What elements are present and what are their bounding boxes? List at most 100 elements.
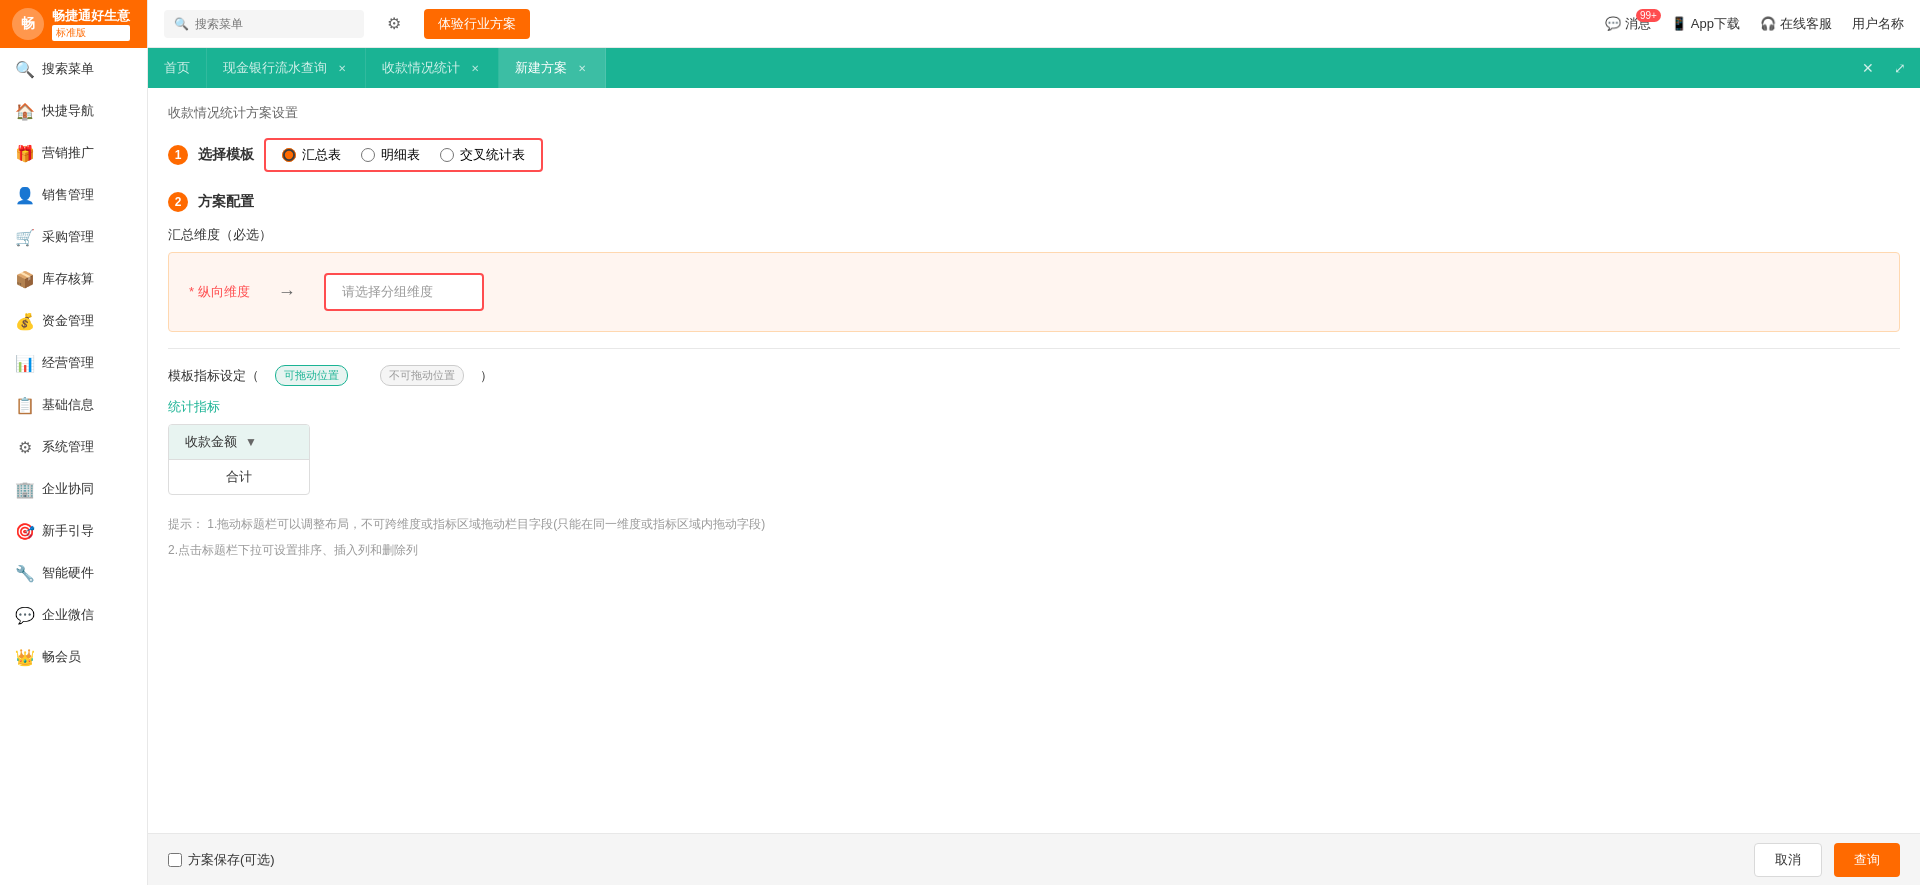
sidebar-item-operations[interactable]: 📊 经营管理 bbox=[0, 342, 147, 384]
indicator-table-header[interactable]: 收款金额 ▼ bbox=[169, 425, 309, 460]
sidebar-item-enterprise[interactable]: 🏢 企业协同 bbox=[0, 468, 147, 510]
search-input[interactable] bbox=[195, 17, 354, 31]
sidebar-label-search: 搜索菜单 bbox=[42, 60, 94, 78]
gift-icon: 🎁 bbox=[16, 144, 34, 162]
tabbar: 首页 现金银行流水查询 ✕ 收款情况统计 ✕ 新建方案 ✕ ✕ ⤢ bbox=[148, 48, 1920, 88]
crown-icon: 👑 bbox=[16, 648, 34, 666]
section-title-2: 方案配置 bbox=[198, 193, 254, 211]
save-label[interactable]: 方案保存(可选) bbox=[188, 851, 275, 869]
topbar-right: 💬 消息 99+ 📱 App下载 🎧 在线客服 用户名称 bbox=[1605, 15, 1904, 33]
template-options-box: 汇总表 明细表 交叉统计表 bbox=[264, 138, 543, 172]
service-icon: 🎧 bbox=[1760, 16, 1776, 31]
hardware-icon: 🔧 bbox=[16, 564, 34, 582]
cart-icon: 🛒 bbox=[16, 228, 34, 246]
gear-icon: ⚙ bbox=[16, 438, 34, 456]
sidebar-label-purchase: 采购管理 bbox=[42, 228, 94, 246]
save-option: 方案保存(可选) bbox=[168, 851, 275, 869]
radio-summary[interactable]: 汇总表 bbox=[282, 146, 341, 164]
sidebar-label-wechat: 企业微信 bbox=[42, 606, 94, 624]
sidebar-item-finance[interactable]: 💰 资金管理 bbox=[0, 300, 147, 342]
section-config: 2 方案配置 汇总维度（必选） * 纵向维度 → 请选择分组维度 模板指标设定（… bbox=[168, 192, 1900, 561]
topbar-download[interactable]: 📱 App下载 bbox=[1671, 15, 1740, 33]
radio-detail[interactable]: 明细表 bbox=[361, 146, 420, 164]
chart-icon: 📊 bbox=[16, 354, 34, 372]
user-icon: 👤 bbox=[16, 186, 34, 204]
download-label: App下载 bbox=[1691, 15, 1740, 33]
topbar-service[interactable]: 🎧 在线客服 bbox=[1760, 15, 1832, 33]
sidebar-label-sales: 销售管理 bbox=[42, 186, 94, 204]
dimension-select[interactable]: 请选择分组维度 bbox=[324, 273, 484, 311]
guide-icon: 🎯 bbox=[16, 522, 34, 540]
indicator-settings: 模板指标设定（ 可拖动位置 不可拖动位置 ） 统计指标 收款金额 ▼ 合计 bbox=[168, 365, 1900, 498]
dimension-heading: 汇总维度（必选） bbox=[168, 226, 1900, 244]
vertical-dim-label: * 纵向维度 bbox=[189, 283, 250, 301]
sidebar-label-basic-info: 基础信息 bbox=[42, 396, 94, 414]
radio-cross-input[interactable] bbox=[440, 148, 454, 162]
sidebar-label-system: 系统管理 bbox=[42, 438, 94, 456]
sidebar-item-marketing[interactable]: 🎁 营销推广 bbox=[0, 132, 147, 174]
divider-1 bbox=[168, 348, 1900, 349]
dimension-area: * 纵向维度 → 请选择分组维度 bbox=[168, 252, 1900, 332]
chevron-down-icon[interactable]: ▼ bbox=[245, 435, 257, 449]
save-checkbox[interactable] bbox=[168, 853, 182, 867]
sidebar-item-system[interactable]: ⚙ 系统管理 bbox=[0, 426, 147, 468]
search-box[interactable]: 🔍 bbox=[164, 10, 364, 38]
tip-1: 提示： 1.拖动标题栏可以调整布局，不可跨维度或指标区域拖动栏目字段(只能在同一… bbox=[168, 514, 1900, 536]
sidebar-item-sales[interactable]: 👤 销售管理 bbox=[0, 174, 147, 216]
money-icon: 💰 bbox=[16, 312, 34, 330]
tab-home[interactable]: 首页 bbox=[148, 48, 207, 88]
section-title-1: 选择模板 bbox=[198, 146, 254, 164]
expand-icon[interactable]: ⤢ bbox=[1888, 56, 1912, 80]
sidebar-item-nav[interactable]: 🏠 快捷导航 bbox=[0, 90, 147, 132]
sidebar-item-inventory[interactable]: 📦 库存核算 bbox=[0, 258, 147, 300]
tab-new-scheme[interactable]: 新建方案 ✕ bbox=[499, 48, 606, 88]
radio-cross-label: 交叉统计表 bbox=[460, 146, 525, 164]
search-icon-topbar: 🔍 bbox=[174, 17, 189, 31]
section-num-2: 2 bbox=[168, 192, 188, 212]
close-tab-icon[interactable]: ✕ bbox=[1856, 56, 1880, 80]
indicator-col-header: 收款金额 bbox=[185, 433, 237, 451]
sidebar-item-hardware[interactable]: 🔧 智能硬件 bbox=[0, 552, 147, 594]
sidebar-item-search[interactable]: 🔍 搜索菜单 bbox=[0, 48, 147, 90]
tab-cashflow[interactable]: 现金银行流水查询 ✕ bbox=[207, 48, 366, 88]
section-num-1: 1 bbox=[168, 145, 188, 165]
trial-btn[interactable]: 体验行业方案 bbox=[424, 9, 530, 39]
sidebar-item-purchase[interactable]: 🛒 采购管理 bbox=[0, 216, 147, 258]
indicator-settings-label: 模板指标设定（ bbox=[168, 367, 259, 385]
radio-summary-input[interactable] bbox=[282, 148, 296, 162]
tab-home-label: 首页 bbox=[164, 59, 190, 77]
cancel-button[interactable]: 取消 bbox=[1754, 843, 1822, 877]
sidebar-item-wechat[interactable]: 💬 企业微信 bbox=[0, 594, 147, 636]
sidebar-item-basic-info[interactable]: 📋 基础信息 bbox=[0, 384, 147, 426]
tab-receivables-close[interactable]: ✕ bbox=[468, 61, 482, 75]
tab-receivables[interactable]: 收款情况统计 ✕ bbox=[366, 48, 499, 88]
tab-receivables-label: 收款情况统计 bbox=[382, 59, 460, 77]
tips-area: 提示： 1.拖动标题栏可以调整布局，不可跨维度或指标区域拖动栏目字段(只能在同一… bbox=[168, 514, 1900, 561]
radio-summary-label: 汇总表 bbox=[302, 146, 341, 164]
sidebar-item-member[interactable]: 👑 畅会员 bbox=[0, 636, 147, 678]
logo-icon: 畅 bbox=[12, 8, 44, 40]
sidebar-label-inventory: 库存核算 bbox=[42, 270, 94, 288]
draggable-badge: 可拖动位置 bbox=[275, 365, 348, 386]
arrow-icon: → bbox=[278, 282, 296, 303]
tab-new-scheme-close[interactable]: ✕ bbox=[575, 61, 589, 75]
home-icon: 🏠 bbox=[16, 102, 34, 120]
indicator-table: 收款金额 ▼ 合计 bbox=[168, 424, 310, 495]
topbar-messages[interactable]: 💬 消息 99+ bbox=[1605, 15, 1651, 33]
tabbar-actions: ✕ ⤢ bbox=[1848, 48, 1920, 88]
settings-icon[interactable]: ⚙ bbox=[380, 10, 408, 38]
footer-actions: 取消 查询 bbox=[1754, 843, 1900, 877]
non-draggable-badge: 不可拖动位置 bbox=[380, 365, 464, 386]
radio-detail-label: 明细表 bbox=[381, 146, 420, 164]
radio-cross[interactable]: 交叉统计表 bbox=[440, 146, 525, 164]
tab-cashflow-close[interactable]: ✕ bbox=[335, 61, 349, 75]
sidebar-logo: 畅 畅捷通好生意 标准版 bbox=[0, 0, 147, 48]
sidebar-item-guide[interactable]: 🎯 新手引导 bbox=[0, 510, 147, 552]
topbar-user[interactable]: 用户名称 bbox=[1852, 15, 1904, 33]
page-content: 收款情况统计方案设置 1 选择模板 汇总表 明细表 bbox=[148, 88, 1920, 833]
radio-detail-input[interactable] bbox=[361, 148, 375, 162]
user-name: 用户名称 bbox=[1852, 15, 1904, 33]
sidebar-label-hardware: 智能硬件 bbox=[42, 564, 94, 582]
query-button[interactable]: 查询 bbox=[1834, 843, 1900, 877]
clipboard-icon: 📋 bbox=[16, 396, 34, 414]
